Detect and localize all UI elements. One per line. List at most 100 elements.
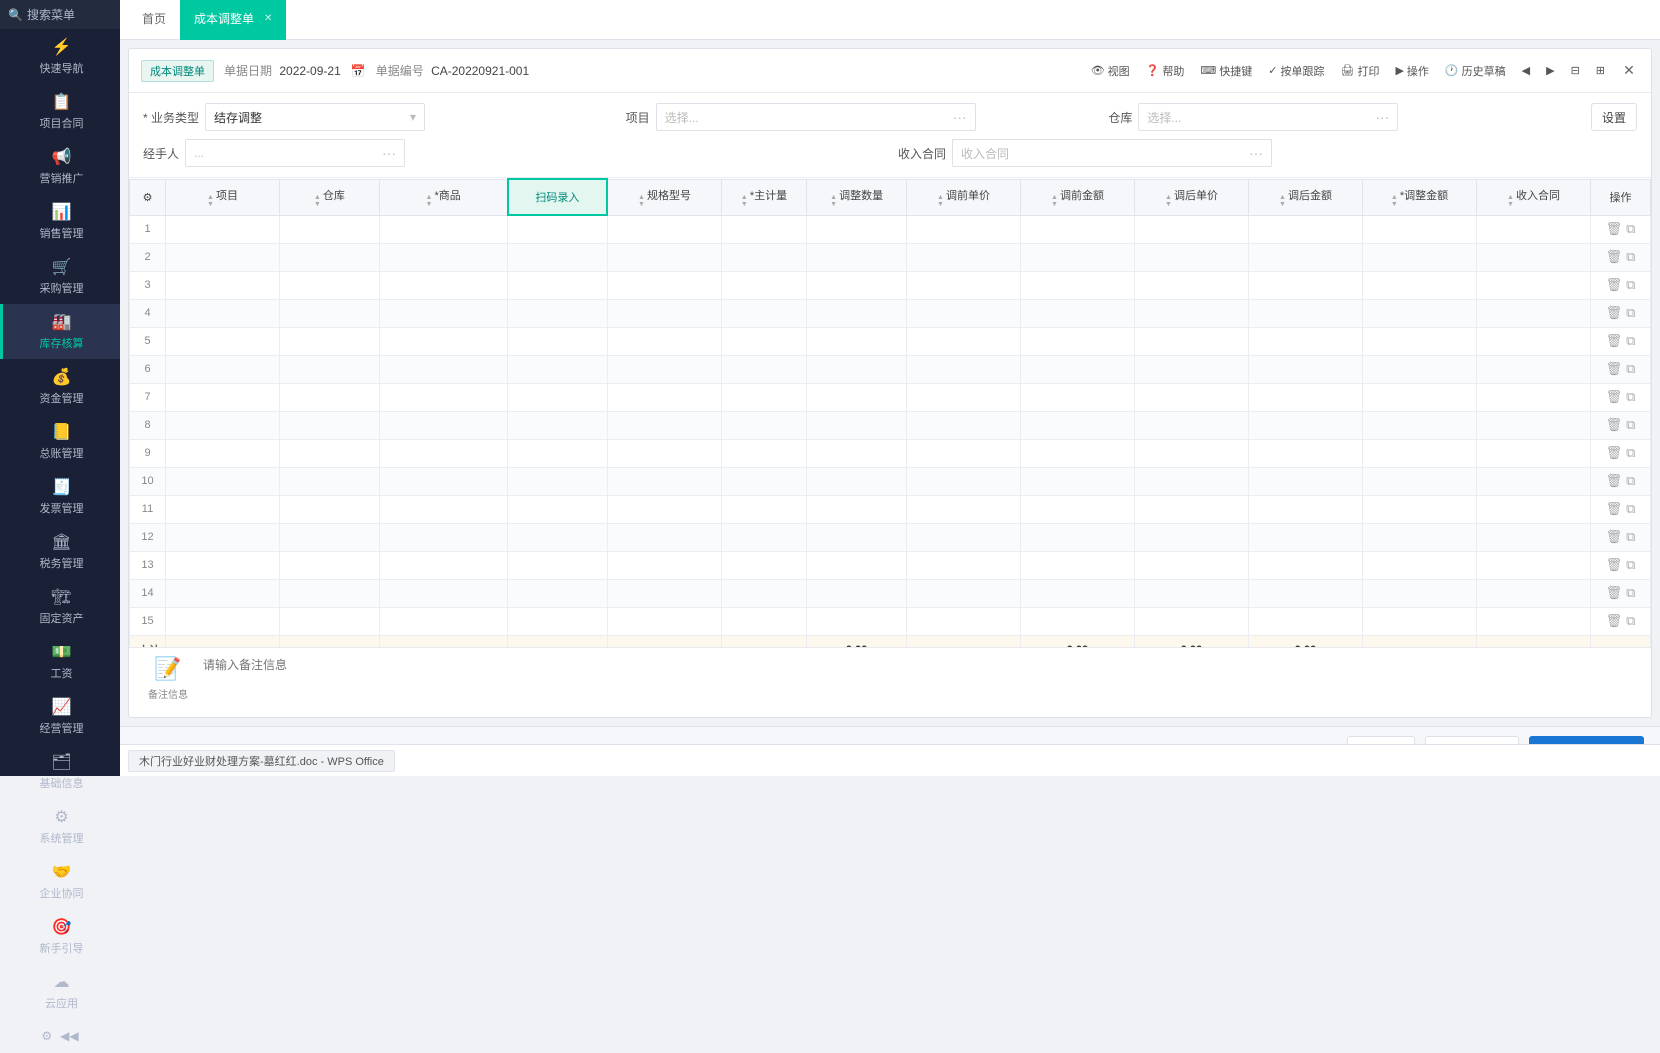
table-cell[interactable]	[508, 243, 608, 271]
row-delete-icon[interactable]: 🗑	[1606, 277, 1623, 293]
table-cell[interactable]	[807, 467, 907, 495]
table-cell[interactable]	[280, 579, 380, 607]
table-cell[interactable]	[1249, 467, 1363, 495]
table-cell[interactable]	[907, 299, 1021, 327]
table-cell[interactable]	[1477, 299, 1591, 327]
table-cell[interactable]	[1135, 551, 1249, 579]
sidebar-item-payroll[interactable]: 💵工资	[0, 634, 120, 689]
sidebar-item-guide[interactable]: 🎯新手引导	[0, 909, 120, 964]
table-cell[interactable]	[907, 383, 1021, 411]
table-cell[interactable]	[1021, 411, 1135, 439]
col-header-product[interactable]: ▲▼*商品	[379, 179, 507, 215]
table-cell[interactable]	[1363, 271, 1477, 299]
table-cell[interactable]	[1021, 495, 1135, 523]
table-cell[interactable]	[508, 327, 608, 355]
table-cell[interactable]	[721, 523, 807, 551]
table-cell[interactable]	[280, 271, 380, 299]
doc-action-next[interactable]: ▶	[1542, 62, 1558, 79]
table-cell[interactable]	[1477, 355, 1591, 383]
table-cell[interactable]	[607, 271, 721, 299]
table-cell[interactable]	[1249, 579, 1363, 607]
table-cell[interactable]	[280, 439, 380, 467]
table-wrapper[interactable]: ⚙▲▼项目▲▼仓库▲▼*商品扫码录入▲▼规格型号▲▼*主计量▲▼调整数量▲▼调前…	[129, 178, 1651, 647]
table-cell[interactable]	[807, 243, 907, 271]
table-cell[interactable]	[607, 467, 721, 495]
doc-action-help[interactable]: ❓帮助	[1142, 61, 1189, 81]
col-header-unit[interactable]: ▲▼*主计量	[721, 179, 807, 215]
table-cell[interactable]	[1135, 355, 1249, 383]
row-copy-icon[interactable]: ⧉	[1626, 585, 1635, 601]
settings-button[interactable]: 设置	[1591, 103, 1637, 131]
table-cell[interactable]	[1135, 271, 1249, 299]
table-cell[interactable]	[280, 243, 380, 271]
table-cell[interactable]	[607, 551, 721, 579]
table-cell[interactable]	[379, 355, 507, 383]
project-input[interactable]: 选择... ···	[656, 103, 976, 131]
sidebar-item-operations[interactable]: 📈经营管理	[0, 689, 120, 744]
row-delete-icon[interactable]: 🗑	[1606, 333, 1623, 349]
table-cell[interactable]	[1477, 383, 1591, 411]
table-cell[interactable]	[1249, 299, 1363, 327]
table-cell[interactable]	[607, 607, 721, 635]
table-cell[interactable]	[1363, 551, 1477, 579]
table-cell[interactable]	[1363, 607, 1477, 635]
table-cell[interactable]	[280, 495, 380, 523]
table-cell[interactable]	[166, 523, 280, 551]
table-cell[interactable]	[508, 607, 608, 635]
table-cell[interactable]	[166, 243, 280, 271]
table-cell[interactable]	[721, 439, 807, 467]
table-cell[interactable]	[721, 411, 807, 439]
row-delete-icon[interactable]: 🗑	[1606, 501, 1623, 517]
taskbar-wps-item[interactable]: 木门行业好业财处理方案-墓红红.doc - WPS Office	[128, 750, 395, 772]
table-cell[interactable]	[280, 299, 380, 327]
table-cell[interactable]	[508, 271, 608, 299]
row-copy-icon[interactable]: ⧉	[1626, 473, 1635, 489]
sidebar-search[interactable]: 🔍 搜索菜单	[0, 0, 120, 29]
table-cell[interactable]	[807, 215, 907, 243]
sidebar-item-finance[interactable]: 💰资金管理	[0, 359, 120, 414]
table-cell[interactable]	[1135, 411, 1249, 439]
table-cell[interactable]	[1363, 355, 1477, 383]
doc-action-print[interactable]: 🖨打印	[1336, 61, 1383, 81]
table-cell[interactable]	[508, 495, 608, 523]
table-cell[interactable]	[379, 467, 507, 495]
table-cell[interactable]	[1021, 299, 1135, 327]
table-cell[interactable]	[508, 551, 608, 579]
table-cell[interactable]	[379, 579, 507, 607]
col-header-project[interactable]: ▲▼项目	[166, 179, 280, 215]
table-cell[interactable]	[1249, 355, 1363, 383]
table-cell[interactable]	[1021, 467, 1135, 495]
sidebar-item-tax[interactable]: 🏛税务管理	[0, 524, 120, 579]
table-cell[interactable]	[379, 327, 507, 355]
table-cell[interactable]	[807, 607, 907, 635]
table-cell[interactable]	[1135, 579, 1249, 607]
sidebar-item-marketing[interactable]: 📢营销推广	[0, 139, 120, 194]
row-delete-icon[interactable]: 🗑	[1606, 221, 1623, 237]
table-cell[interactable]	[1021, 355, 1135, 383]
table-cell[interactable]	[721, 355, 807, 383]
table-cell[interactable]	[1477, 467, 1591, 495]
table-cell[interactable]	[607, 243, 721, 271]
table-cell[interactable]	[1363, 299, 1477, 327]
table-cell[interactable]	[508, 411, 608, 439]
table-cell[interactable]	[1135, 439, 1249, 467]
table-cell[interactable]	[807, 271, 907, 299]
table-cell[interactable]	[1021, 271, 1135, 299]
table-cell[interactable]	[1363, 579, 1477, 607]
tab-home[interactable]: 首页	[128, 0, 180, 40]
table-cell[interactable]	[1249, 215, 1363, 243]
table-cell[interactable]	[379, 299, 507, 327]
table-cell[interactable]	[807, 495, 907, 523]
table-cell[interactable]	[607, 299, 721, 327]
table-cell[interactable]	[508, 439, 608, 467]
table-cell[interactable]	[1135, 467, 1249, 495]
col-header-after_amount[interactable]: ▲▼调后金额	[1249, 179, 1363, 215]
table-cell[interactable]	[1363, 243, 1477, 271]
table-cell[interactable]	[607, 383, 721, 411]
doc-action-grid1[interactable]: ⊟	[1567, 62, 1584, 79]
table-cell[interactable]	[1249, 327, 1363, 355]
sidebar-item-purchase[interactable]: 🛒采购管理	[0, 249, 120, 304]
table-cell[interactable]	[166, 579, 280, 607]
table-cell[interactable]	[508, 299, 608, 327]
table-cell[interactable]	[1477, 327, 1591, 355]
